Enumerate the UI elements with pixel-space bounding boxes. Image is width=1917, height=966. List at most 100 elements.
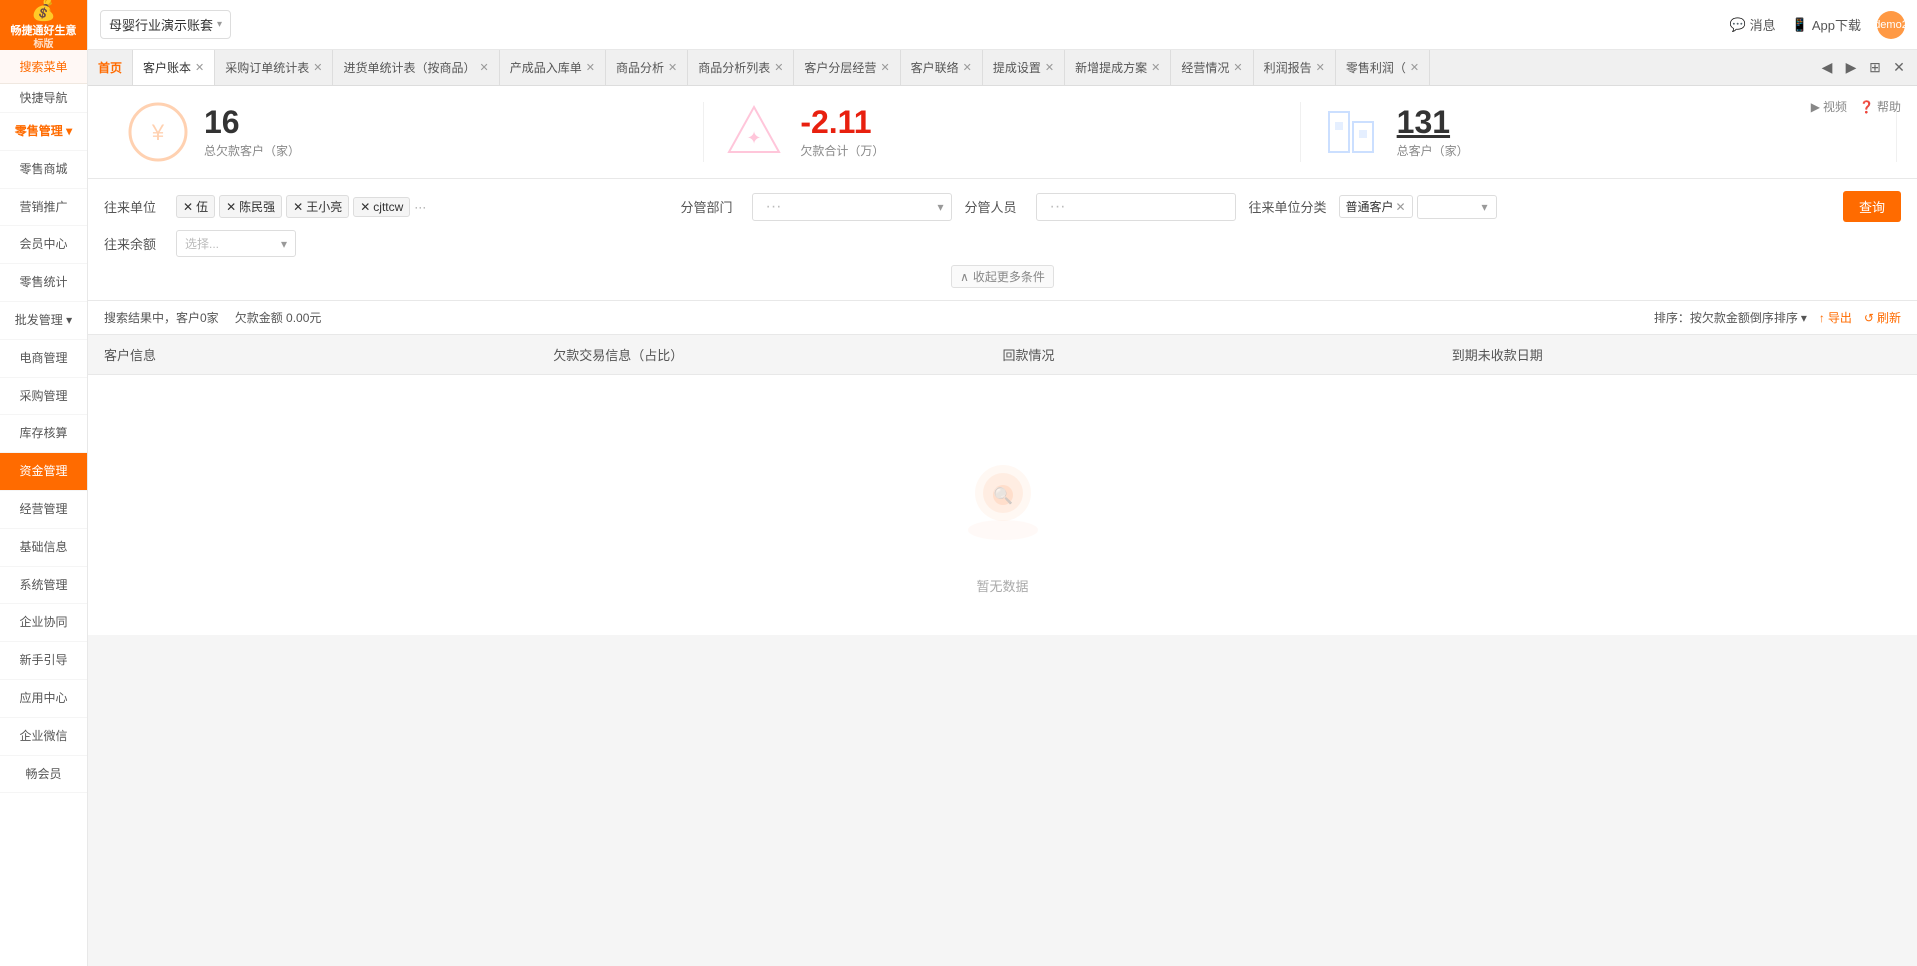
balance-chevron-icon: ▾	[281, 237, 287, 251]
tab-promotion-settings[interactable]: 提成设置 ✕	[983, 50, 1065, 85]
refresh-btn[interactable]: ↺ 刷新	[1864, 309, 1901, 326]
sidebar-item-wholesale-mgmt[interactable]: 批发管理 ▾	[0, 302, 87, 340]
tab-close-icon[interactable]: ✕	[774, 61, 783, 74]
sidebar-item-marketing[interactable]: 营销推广	[0, 189, 87, 227]
sidebar-menu: 零售管理 ▾ 零售商城 营销推广 会员中心 零售统计 批发管理 ▾ 电商管理 采…	[0, 113, 87, 793]
top-bar-right: 💬 消息 📱 App下载 demo2	[1729, 11, 1905, 39]
tab-close-icon[interactable]: ✕	[480, 61, 489, 74]
message-btn[interactable]: 💬 消息	[1729, 15, 1775, 34]
tab-close-icon[interactable]: ✕	[963, 61, 972, 74]
stat-total-label: 总客户（家）	[1397, 142, 1469, 159]
stats-row: ¥ 16 总欠款客户（家） ✦ -2.11 欠款合计（万）	[88, 86, 1917, 179]
sidebar-item-new-user-guide[interactable]: 新手引导	[0, 642, 87, 680]
avatar[interactable]: demo2	[1877, 11, 1905, 39]
tab-close-icon[interactable]: ✕	[1316, 61, 1325, 74]
refresh-icon: ↺	[1864, 311, 1874, 325]
dept-select[interactable]: ··· ▾	[752, 193, 952, 221]
message-icon: 💬	[1729, 17, 1745, 33]
sidebar-item-retail-stats[interactable]: 零售统计	[0, 264, 87, 302]
tab-customer-contact[interactable]: 客户联络 ✕	[901, 50, 983, 85]
sidebar-item-system-mgmt[interactable]: 系统管理	[0, 567, 87, 605]
sidebar-item-finance[interactable]: 资金管理	[0, 453, 87, 491]
sidebar-item-purchase-mgmt[interactable]: 采购管理	[0, 378, 87, 416]
tab-customer-accounts[interactable]: 客户账本 ✕	[133, 50, 215, 85]
classify-close-icon[interactable]: ✕	[1396, 200, 1406, 214]
tab-close-icon[interactable]: ✕	[880, 61, 889, 74]
person-select[interactable]: ···	[1036, 193, 1236, 221]
tab-profit-report[interactable]: 利润报告 ✕	[1254, 50, 1336, 85]
sort-btn[interactable]: 排序：按欠款金额倒序排序 ▾	[1654, 309, 1807, 326]
sidebar-item-ecommerce[interactable]: 电商管理	[0, 340, 87, 378]
tab-purchase-order-stats[interactable]: 采购订单统计表 ✕	[215, 50, 333, 85]
tab-bar-end: ◀ ▶ ⊞ ✕	[1809, 50, 1917, 85]
filter-area: 往来单位 ✕ 伍 ✕ 陈民强 ✕ 王小亮 ✕	[88, 179, 1917, 301]
sidebar-item-basic-info[interactable]: 基础信息	[0, 529, 87, 567]
empty-label: 暂无数据	[976, 576, 1028, 595]
tab-customer-tier[interactable]: 客户分层经营 ✕	[794, 50, 900, 85]
sort-label: 排序：按欠款金额倒序排序	[1654, 309, 1798, 326]
quick-nav-btn[interactable]: 快捷导航	[0, 84, 87, 113]
tab-business-situation-label: 经营情况	[1181, 59, 1229, 76]
filter-tag-2: ✕ 陈民强	[219, 195, 282, 218]
filter-more-btn[interactable]: ···	[414, 200, 426, 214]
tab-nav-next-btn[interactable]: ▶	[1841, 58, 1861, 78]
tab-close-icon[interactable]: ✕	[1045, 61, 1054, 74]
tab-add-promotion-plan[interactable]: 新增提成方案 ✕	[1065, 50, 1171, 85]
phone-icon: 📱	[1792, 17, 1808, 33]
sidebar-item-membership[interactable]: 会员中心	[0, 226, 87, 264]
tag-close-icon[interactable]: ✕	[226, 200, 236, 214]
video-btn[interactable]: ▶ 视频	[1811, 98, 1847, 115]
tag-close-icon[interactable]: ✕	[293, 200, 303, 214]
tab-product-analysis[interactable]: 商品分析 ✕	[606, 50, 688, 85]
tab-product-analysis-list[interactable]: 商品分析列表 ✕	[688, 50, 794, 85]
tab-close-icon[interactable]: ✕	[1410, 61, 1419, 74]
workspace-selector[interactable]: 母婴行业演示账套 ▾	[100, 10, 231, 39]
tab-customer-accounts-label: 客户账本	[143, 59, 191, 76]
sidebar-item-operations[interactable]: 经营管理	[0, 491, 87, 529]
tab-nav-close-btn[interactable]: ✕	[1889, 58, 1909, 78]
balance-select[interactable]: 选择... ▾	[176, 230, 296, 257]
tab-close-icon[interactable]: ✕	[586, 61, 595, 74]
tab-retail-profit[interactable]: 零售利润（ ✕	[1336, 50, 1430, 85]
tab-close-icon[interactable]: ✕	[668, 61, 677, 74]
sidebar-item-enterprise-wechat[interactable]: 企业微信	[0, 718, 87, 756]
sidebar-item-inventory[interactable]: 库存核算	[0, 415, 87, 453]
app-logo: 💰 畅捷通好生意 标版	[0, 0, 87, 50]
export-btn[interactable]: ↑ 导出	[1819, 309, 1852, 326]
tag-close-icon[interactable]: ✕	[360, 200, 370, 214]
sidebar-item-enterprise-collab[interactable]: 企业协同	[0, 604, 87, 642]
stat-customers-value: 16	[204, 106, 300, 138]
dept-more-icon[interactable]: ···	[765, 198, 781, 216]
sidebar-item-retail-mall[interactable]: 零售商城	[0, 151, 87, 189]
tab-purchase-stats-by-product[interactable]: 进货单统计表（按商品） ✕	[333, 50, 499, 85]
table-col-customer-info: 客户信息	[104, 345, 553, 364]
person-more-icon[interactable]: ···	[1049, 198, 1065, 216]
tab-nav-menu-btn[interactable]: ⊞	[1865, 58, 1885, 78]
tab-close-icon[interactable]: ✕	[1151, 61, 1160, 74]
tab-nav-prev-btn[interactable]: ◀	[1817, 58, 1837, 78]
workspace-label: 母婴行业演示账套	[109, 15, 213, 34]
tab-home[interactable]: 首页	[88, 50, 133, 85]
help-btn[interactable]: ❓ 帮助	[1859, 98, 1901, 115]
tab-purchase-order-stats-label: 采购订单统计表	[225, 59, 309, 76]
stat-overdue-total: ✦ -2.11 欠款合计（万）	[704, 102, 1300, 162]
tab-product-inbound-label: 产成品入库单	[510, 59, 582, 76]
svg-text:✦: ✦	[747, 128, 762, 148]
app-download-btn[interactable]: 📱 App下载	[1792, 15, 1861, 34]
tab-close-icon[interactable]: ✕	[195, 61, 204, 74]
sidebar-item-app-center[interactable]: 应用中心	[0, 680, 87, 718]
sidebar-item-vip-member[interactable]: 畅会员	[0, 756, 87, 794]
tab-product-inbound[interactable]: 产成品入库单 ✕	[500, 50, 606, 85]
dept-chevron-icon: ▾	[937, 200, 943, 214]
tag-close-icon[interactable]: ✕	[183, 200, 193, 214]
search-menu-btn[interactable]: 搜索菜单	[0, 50, 87, 84]
query-btn[interactable]: 查询	[1843, 191, 1901, 222]
tab-close-icon[interactable]: ✕	[313, 61, 322, 74]
tab-business-situation[interactable]: 经营情况 ✕	[1171, 50, 1253, 85]
logo-line2: 标版	[34, 39, 54, 51]
sidebar-item-retail-mgmt[interactable]: 零售管理 ▾	[0, 113, 87, 151]
stat-customers-label: 总欠款客户（家）	[204, 142, 300, 159]
classification-select[interactable]: ▾	[1417, 195, 1497, 219]
collapse-btn[interactable]: ∧ 收起更多条件	[951, 265, 1054, 288]
tab-close-icon[interactable]: ✕	[1233, 61, 1242, 74]
